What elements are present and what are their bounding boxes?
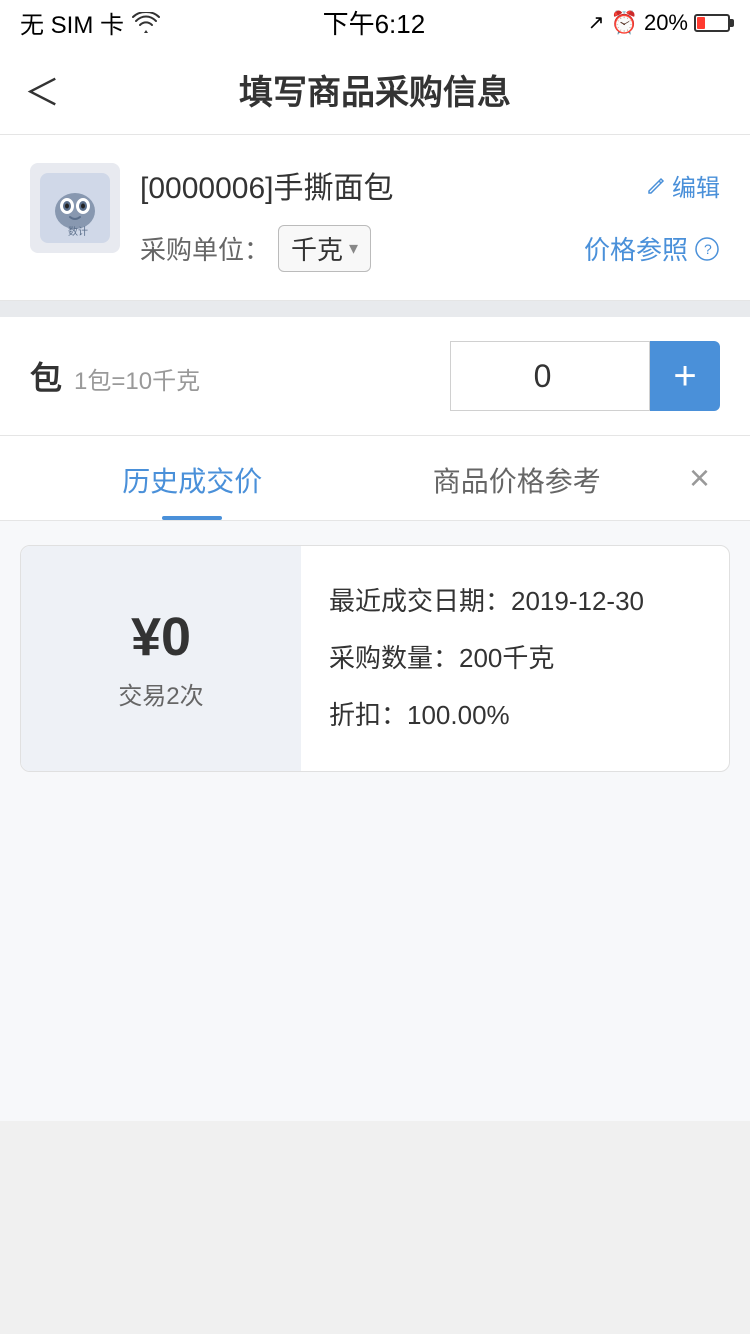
help-circle-icon: ? [694, 236, 720, 262]
unit-label: 采购单位： [140, 230, 270, 267]
carrier-text: 无 SIM 卡 [20, 5, 124, 40]
wifi-icon [132, 12, 160, 34]
purchase-qty-label: 采购数量： [329, 643, 459, 673]
tab-price-ref-label: 商品价格参考 [433, 466, 601, 497]
nav-bar: ＜ 填写商品采购信息 [0, 45, 750, 135]
discount-value: 100.00% [407, 700, 510, 730]
latest-date-row: 最近成交日期：2019-12-30 [329, 582, 701, 621]
unit-row: 采购单位： 千克 ▾ 价格参照 ? [140, 225, 720, 272]
chevron-down-icon: ▾ [349, 238, 358, 259]
quantity-plus-button[interactable]: + [650, 341, 720, 411]
latest-date-value: 2019-12-30 [511, 586, 644, 616]
section-divider [0, 301, 750, 317]
price-card: ¥0 交易2次 最近成交日期：2019-12-30 采购数量：200千克 折扣：… [20, 545, 730, 772]
edit-label: 编辑 [672, 168, 720, 203]
product-name-row: [0000006]手撕面包 编辑 [140, 163, 720, 207]
purchase-qty-value: 200千克 [459, 643, 554, 673]
alarm-icon: ⏰ [611, 10, 638, 36]
status-right: ↗ ⏰ 20% [588, 10, 730, 36]
discount-label: 折扣： [329, 700, 407, 730]
status-bar: 无 SIM 卡 下午6:12 ↗ ⏰ 20% [0, 0, 750, 45]
product-header: 数计 [0000006]手撕面包 编辑 采购单位： 千克 [30, 163, 720, 272]
tab-history-label: 历史成交价 [122, 466, 262, 497]
product-card: 数计 [0000006]手撕面包 编辑 采购单位： 千克 [0, 135, 750, 301]
back-button[interactable]: ＜ [24, 64, 60, 116]
unit-value: 千克 [291, 230, 343, 267]
price-card-left: ¥0 交易2次 [21, 546, 301, 771]
quantity-left: 包 1包=10千克 [30, 353, 200, 399]
battery-percent: 20% [644, 10, 688, 36]
price-card-right: 最近成交日期：2019-12-30 采购数量：200千克 折扣：100.00% [301, 546, 729, 771]
location-icon: ↗ [588, 10, 605, 35]
product-thumbnail: 数计 [30, 163, 120, 253]
latest-date-label: 最近成交日期： [329, 586, 511, 616]
battery-icon [694, 14, 730, 32]
quantity-input[interactable] [450, 341, 650, 411]
edit-button[interactable]: 编辑 [646, 168, 720, 203]
unit-select[interactable]: 千克 ▾ [278, 225, 371, 272]
svg-text:数计: 数计 [68, 225, 88, 238]
status-time: 下午6:12 [323, 4, 426, 41]
quantity-unit-label: 包 [30, 353, 62, 399]
tabs-container: 历史成交价 商品价格参考 × [0, 436, 750, 521]
edit-icon [646, 174, 668, 196]
owl-logo-icon: 数计 [40, 173, 110, 243]
tab-price-reference[interactable]: 商品价格参考 [354, 436, 678, 520]
page-title: 填写商品采购信息 [239, 65, 511, 114]
quantity-conversion: 1包=10千克 [74, 361, 200, 396]
battery-fill [697, 17, 705, 29]
purchase-qty-row: 采购数量：200千克 [329, 639, 701, 678]
product-name: [0000006]手撕面包 [140, 163, 393, 207]
status-left: 无 SIM 卡 [20, 5, 160, 40]
tabs-close-button[interactable]: × [679, 457, 720, 499]
product-info: [0000006]手撕面包 编辑 采购单位： 千克 ▾ [140, 163, 720, 272]
tab-history-price[interactable]: 历史成交价 [30, 436, 354, 520]
quantity-row: 包 1包=10千克 + [0, 317, 750, 436]
svg-text:?: ? [704, 241, 712, 257]
quantity-input-group: + [450, 341, 720, 411]
price-amount: ¥0 [131, 606, 191, 668]
price-trades: 交易2次 [118, 676, 203, 711]
history-section: ¥0 交易2次 最近成交日期：2019-12-30 采购数量：200千克 折扣：… [0, 521, 750, 1121]
price-ref-label: 价格参照 [584, 230, 688, 267]
price-reference-button[interactable]: 价格参照 ? [584, 230, 720, 267]
discount-row: 折扣：100.00% [329, 696, 701, 735]
